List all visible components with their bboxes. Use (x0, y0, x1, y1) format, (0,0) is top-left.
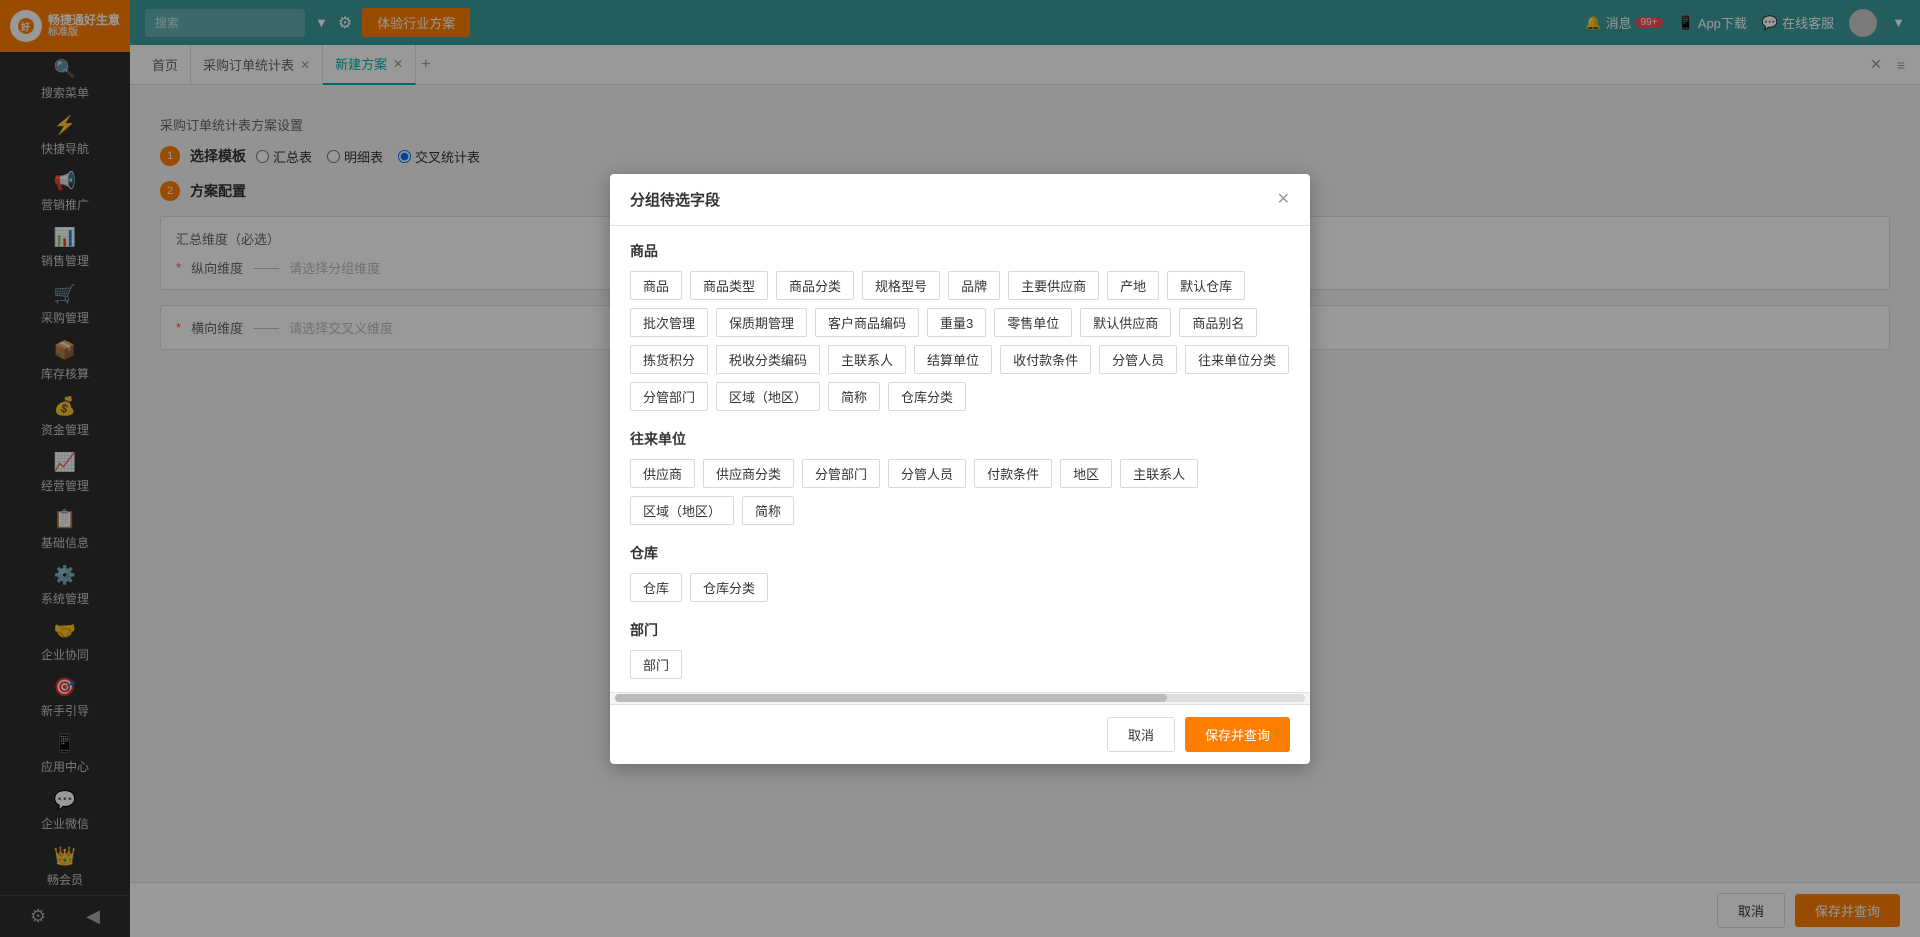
field-tag-默认仓库[interactable]: 默认仓库 (1167, 271, 1245, 300)
field-tag-主联系人[interactable]: 主联系人 (828, 345, 906, 374)
field-tag-主联系人[interactable]: 主联系人 (1120, 459, 1198, 488)
field-tag-分管部门[interactable]: 分管部门 (802, 459, 880, 488)
modal-horizontal-scrollbar[interactable] (610, 692, 1310, 704)
field-tags-department: 部门 (630, 650, 1290, 679)
section-title-goods: 商品 (630, 241, 1290, 261)
field-tag-仓库分类[interactable]: 仓库分类 (690, 573, 768, 602)
field-tag-拣货积分[interactable]: 拣货积分 (630, 345, 708, 374)
section-counterpart: 往来单位供应商供应商分类分管部门分管人员付款条件地区主联系人区域（地区） 简称 (630, 429, 1290, 525)
field-select-modal: 分组待选字段 ✕ 商品商品商品类型商品分类规格型号品牌主要供应商产地默认仓库批次… (610, 174, 1310, 764)
field-tag-结算单位[interactable]: 结算单位 (914, 345, 992, 374)
section-goods: 商品商品商品类型商品分类规格型号品牌主要供应商产地默认仓库批次管理保质期管理客户… (630, 241, 1290, 411)
field-tag-客户商品编码[interactable]: 客户商品编码 (815, 308, 919, 337)
field-tag-简称[interactable]: 简称 (742, 496, 794, 525)
field-tag-主要供应商[interactable]: 主要供应商 (1008, 271, 1099, 300)
scrollbar-thumb[interactable] (615, 694, 1167, 702)
field-tag-税收分类编码[interactable]: 税收分类编码 (716, 345, 820, 374)
field-tag-地区[interactable]: 地区 (1060, 459, 1112, 488)
modal-body: 商品商品商品类型商品分类规格型号品牌主要供应商产地默认仓库批次管理保质期管理客户… (610, 226, 1310, 692)
field-tag-收付款条件[interactable]: 收付款条件 (1000, 345, 1091, 374)
field-tag-零售单位[interactable]: 零售单位 (994, 308, 1072, 337)
field-tags-goods: 商品商品类型商品分类规格型号品牌主要供应商产地默认仓库批次管理保质期管理客户商品… (630, 271, 1290, 411)
section-title-warehouse: 仓库 (630, 543, 1290, 563)
field-tag-分管部门[interactable]: 分管部门 (630, 382, 708, 411)
field-tag-仓库[interactable]: 仓库 (630, 573, 682, 602)
modal-confirm-btn[interactable]: 保存并查询 (1185, 717, 1290, 752)
field-tag-商品分类[interactable]: 商品分类 (776, 271, 854, 300)
field-tag-付款条件[interactable]: 付款条件 (974, 459, 1052, 488)
modal-overlay[interactable]: 分组待选字段 ✕ 商品商品商品类型商品分类规格型号品牌主要供应商产地默认仓库批次… (0, 0, 1920, 937)
field-tag-保质期管理[interactable]: 保质期管理 (716, 308, 807, 337)
section-title-department: 部门 (630, 620, 1290, 640)
scrollbar-track (615, 694, 1305, 702)
field-tag-商品类型[interactable]: 商品类型 (690, 271, 768, 300)
field-tag-供应商分类[interactable]: 供应商分类 (703, 459, 794, 488)
field-tag-区域（地区）[interactable]: 区域（地区） (716, 382, 820, 411)
field-tag-部门[interactable]: 部门 (630, 650, 682, 679)
field-tags-warehouse: 仓库仓库分类 (630, 573, 1290, 602)
field-tag-规格型号[interactable]: 规格型号 (862, 271, 940, 300)
field-tag-仓库分类[interactable]: 仓库分类 (888, 382, 966, 411)
modal-close-icon[interactable]: ✕ (1277, 189, 1290, 209)
field-tag-商品别名[interactable]: 商品别名 (1179, 308, 1257, 337)
field-tag-批次管理[interactable]: 批次管理 (630, 308, 708, 337)
section-department: 部门部门 (630, 620, 1290, 679)
field-tags-counterpart: 供应商供应商分类分管部门分管人员付款条件地区主联系人区域（地区） 简称 (630, 459, 1290, 525)
modal-header: 分组待选字段 ✕ (610, 174, 1310, 226)
modal-title: 分组待选字段 (630, 189, 720, 210)
field-tag-重量3[interactable]: 重量3 (927, 308, 986, 337)
modal-footer: 取消 保存并查询 (610, 704, 1310, 764)
field-tag-分管人员[interactable]: 分管人员 (888, 459, 966, 488)
field-tag-简称[interactable]: 简称 (828, 382, 880, 411)
field-tag-产地[interactable]: 产地 (1107, 271, 1159, 300)
field-tag-供应商[interactable]: 供应商 (630, 459, 695, 488)
section-title-counterpart: 往来单位 (630, 429, 1290, 449)
field-tag-品牌[interactable]: 品牌 (948, 271, 1000, 300)
field-tag-区域（地区）[interactable]: 区域（地区） (630, 496, 734, 525)
field-tag-默认供应商[interactable]: 默认供应商 (1080, 308, 1171, 337)
modal-cancel-btn[interactable]: 取消 (1107, 717, 1175, 752)
field-tag-分管人员[interactable]: 分管人员 (1099, 345, 1177, 374)
field-tag-商品[interactable]: 商品 (630, 271, 682, 300)
section-warehouse: 仓库仓库仓库分类 (630, 543, 1290, 602)
field-tag-往来单位分类[interactable]: 往来单位分类 (1185, 345, 1289, 374)
